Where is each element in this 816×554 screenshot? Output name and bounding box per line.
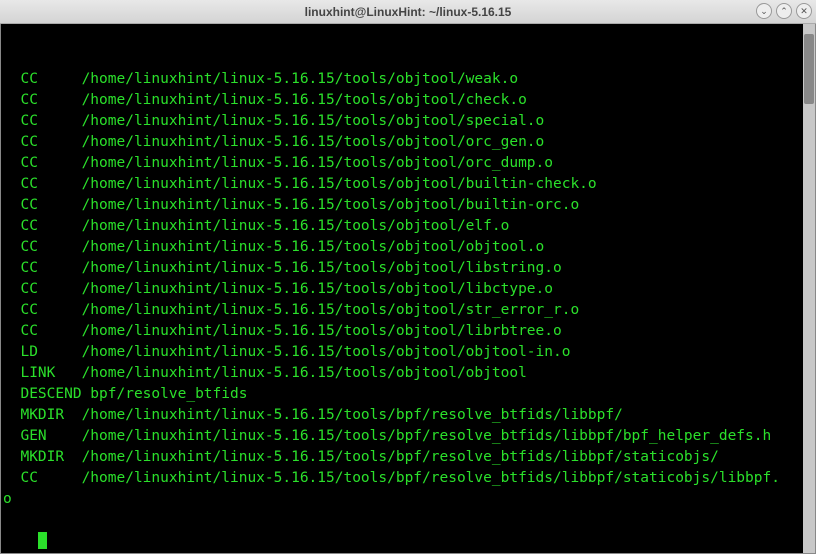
terminal-line: CC /home/linuxhint/linux-5.16.15/tools/o… — [3, 153, 813, 174]
window-title: linuxhint@LinuxHint: ~/linux-5.16.15 — [305, 5, 512, 19]
terminal-line: CC /home/linuxhint/linux-5.16.15/tools/o… — [3, 174, 813, 195]
terminal-line: CC /home/linuxhint/linux-5.16.15/tools/o… — [3, 237, 813, 258]
terminal-line: CC /home/linuxhint/linux-5.16.15/tools/o… — [3, 258, 813, 279]
terminal-line: DESCEND bpf/resolve_btfids — [3, 384, 813, 405]
terminal-line: CC /home/linuxhint/linux-5.16.15/tools/o… — [3, 216, 813, 237]
titlebar[interactable]: linuxhint@LinuxHint: ~/linux-5.16.15 ⌄ ⌃… — [0, 0, 816, 24]
terminal-line: CC /home/linuxhint/linux-5.16.15/tools/o… — [3, 69, 813, 90]
terminal-line: CC /home/linuxhint/linux-5.16.15/tools/b… — [3, 468, 813, 489]
close-button[interactable]: ✕ — [796, 3, 812, 19]
terminal-line: MKDIR /home/linuxhint/linux-5.16.15/tool… — [3, 405, 813, 426]
terminal-line: LINK /home/linuxhint/linux-5.16.15/tools… — [3, 363, 813, 384]
terminal-output[interactable]: CC /home/linuxhint/linux-5.16.15/tools/o… — [0, 24, 816, 554]
minimize-icon: ⌄ — [760, 6, 768, 17]
terminal-line: CC /home/linuxhint/linux-5.16.15/tools/o… — [3, 195, 813, 216]
minimize-button[interactable]: ⌄ — [756, 3, 772, 19]
close-icon: ✕ — [800, 6, 808, 17]
terminal-line: CC /home/linuxhint/linux-5.16.15/tools/o… — [3, 321, 813, 342]
terminal-line: o — [3, 489, 813, 510]
terminal-line: GEN /home/linuxhint/linux-5.16.15/tools/… — [3, 426, 813, 447]
terminal-line: CC /home/linuxhint/linux-5.16.15/tools/o… — [3, 111, 813, 132]
terminal-line: CC /home/linuxhint/linux-5.16.15/tools/o… — [3, 90, 813, 111]
terminal-line: CC /home/linuxhint/linux-5.16.15/tools/o… — [3, 300, 813, 321]
cursor — [38, 532, 47, 549]
terminal-line: LD /home/linuxhint/linux-5.16.15/tools/o… — [3, 342, 813, 363]
scrollbar-thumb[interactable] — [804, 34, 814, 104]
window-controls: ⌄ ⌃ ✕ — [756, 3, 812, 19]
terminal-line: MKDIR /home/linuxhint/linux-5.16.15/tool… — [3, 447, 813, 468]
terminal-window: linuxhint@LinuxHint: ~/linux-5.16.15 ⌄ ⌃… — [0, 0, 816, 554]
terminal-line: CC /home/linuxhint/linux-5.16.15/tools/o… — [3, 279, 813, 300]
maximize-button[interactable]: ⌃ — [776, 3, 792, 19]
scrollbar[interactable] — [803, 24, 815, 553]
terminal-line: CC /home/linuxhint/linux-5.16.15/tools/o… — [3, 132, 813, 153]
maximize-icon: ⌃ — [780, 6, 788, 17]
